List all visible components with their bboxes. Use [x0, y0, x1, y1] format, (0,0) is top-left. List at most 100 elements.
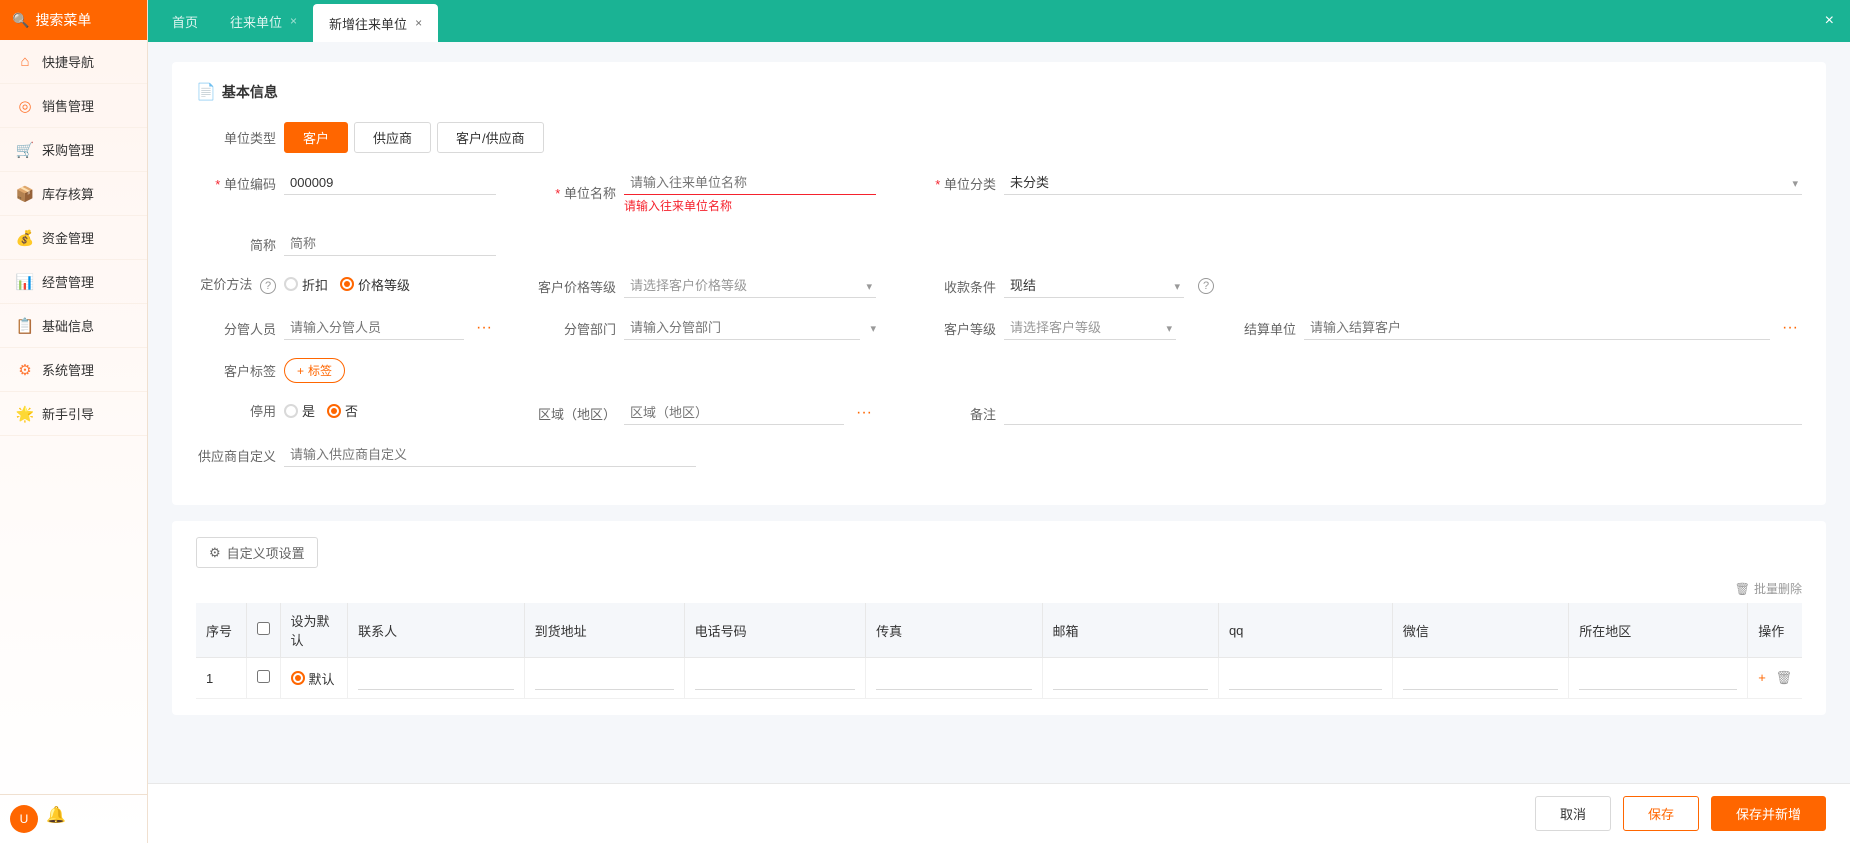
sidebar-item-purchase[interactable]: 🛒 采购管理	[0, 128, 147, 172]
customer-level-select[interactable]: 请选择客户等级	[1004, 316, 1176, 340]
operations-icon: 📊	[16, 273, 34, 291]
save-new-button[interactable]: 保存并新增	[1711, 796, 1826, 831]
custom-settings-btn[interactable]: ⚙ 自定义项设置	[196, 537, 318, 568]
radio-yes[interactable]: 是	[284, 401, 315, 420]
radio-price-level[interactable]: 价格等级	[340, 275, 410, 294]
tab-new-contact-label: 新增往来单位	[329, 14, 407, 33]
add-tag-btn[interactable]: + 标签	[284, 358, 345, 383]
department-group: 分管部门 ▾	[536, 316, 876, 340]
unit-type-label: 单位类型	[196, 128, 276, 147]
cell-default: 默认	[280, 658, 348, 699]
delete-row-btn[interactable]: 🗑	[1775, 670, 1792, 685]
purchase-icon: 🛒	[16, 141, 34, 159]
sidebar-item-guide[interactable]: 🌟 新手引导	[0, 392, 147, 436]
row-default-radio[interactable]: 默认	[291, 669, 338, 688]
unit-category-select[interactable]: 未分类	[1004, 171, 1802, 195]
department-input[interactable]	[624, 316, 860, 340]
user-avatar: U	[10, 805, 38, 833]
dept-select-wrap	[624, 316, 860, 340]
add-row-btn[interactable]: +	[1758, 670, 1766, 685]
payment-terms-help-icon[interactable]: ?	[1198, 278, 1214, 294]
supplier-custom-input[interactable]	[284, 443, 696, 467]
manager-ellipsis-btn[interactable]: ···	[472, 319, 496, 337]
short-name-label: 简称	[196, 235, 276, 254]
cancel-button[interactable]: 取消	[1535, 796, 1611, 831]
tab-home[interactable]: 首页	[156, 0, 214, 42]
unit-category-select-wrap: 未分类 ▾	[1004, 171, 1802, 195]
tab-new-contact[interactable]: 新增往来单位 ×	[313, 4, 438, 42]
region-label: 区域（地区）	[536, 404, 616, 423]
dept-chevron: ▾	[870, 322, 876, 335]
basic-info-icon: 📋	[16, 317, 34, 335]
radio-no[interactable]: 否	[327, 401, 358, 420]
save-button[interactable]: 保存	[1623, 796, 1699, 831]
search-menu-btn[interactable]: 🔍 搜索菜单	[0, 0, 147, 40]
tab-new-contact-close[interactable]: ×	[415, 16, 422, 30]
sidebar-item-finance[interactable]: 💰 资金管理	[0, 216, 147, 260]
inventory-icon: 📦	[16, 185, 34, 203]
settlement-ellipsis-btn[interactable]: ···	[1778, 319, 1802, 337]
wechat-input[interactable]	[1403, 666, 1558, 690]
manager-group: 分管人员 ···	[196, 316, 496, 340]
basic-info-card: 📄 基本信息 单位类型 客户 供应商 客户/供应商 *	[172, 62, 1826, 505]
pricing-help-icon[interactable]: ?	[260, 278, 276, 294]
sidebar-item-operations[interactable]: 📊 经营管理	[0, 260, 147, 304]
fax-input[interactable]	[876, 666, 1031, 690]
address-input[interactable]	[535, 666, 674, 690]
sidebar: 🔍 搜索菜单 ⌂ 快捷导航 ◎ 销售管理 🛒 采购管理 📦 库存核算 💰 资金管…	[0, 0, 148, 843]
close-all-tabs-btn[interactable]: ×	[1817, 8, 1842, 34]
tab-bar: 首页 往来单位 × 新增往来单位 × ×	[148, 0, 1850, 42]
manager-input[interactable]	[284, 316, 464, 340]
remark-input[interactable]	[1004, 401, 1802, 425]
cell-checkbox	[246, 658, 280, 699]
unit-type-group: 单位类型 客户 供应商 客户/供应商	[196, 122, 1802, 153]
sidebar-item-system[interactable]: ⚙ 系统管理	[0, 348, 147, 392]
cell-phone	[684, 658, 866, 699]
unit-name-input[interactable]	[624, 171, 876, 195]
search-icon: 🔍	[12, 12, 29, 29]
tab-contacts-close[interactable]: ×	[290, 14, 297, 28]
phone-input[interactable]	[695, 666, 856, 690]
add-tag-icon: +	[297, 364, 304, 378]
col-contact: 联系人	[348, 603, 524, 658]
qq-input[interactable]	[1229, 666, 1382, 690]
department-label: 分管部门	[536, 319, 616, 338]
sidebar-label-finance: 资金管理	[42, 228, 94, 247]
col-fax: 传真	[866, 603, 1042, 658]
customer-price-select[interactable]: 请选择客户价格等级	[624, 274, 876, 298]
customer-level-label: 客户等级	[916, 319, 996, 338]
col-checkbox	[246, 603, 280, 658]
unit-btn-both[interactable]: 客户/供应商	[437, 122, 544, 153]
short-name-input[interactable]	[284, 232, 496, 256]
unit-btn-customer[interactable]: 客户	[284, 122, 348, 153]
region-ellipsis-btn[interactable]: ···	[852, 404, 876, 422]
pricing-label: 定价方法 ?	[196, 274, 276, 294]
footer-bar: 取消 保存 保存并新增	[148, 783, 1850, 843]
pricing-radio-group: 折扣 价格等级	[284, 275, 410, 294]
sidebar-item-sales[interactable]: ◎ 销售管理	[0, 84, 147, 128]
unit-btn-supplier[interactable]: 供应商	[354, 122, 431, 153]
batch-delete-btn[interactable]: 🗑 批量删除	[196, 580, 1802, 603]
row-checkbox[interactable]	[257, 670, 270, 683]
notification-icon[interactable]: 🔔	[46, 805, 66, 833]
sidebar-item-inventory[interactable]: 📦 库存核算	[0, 172, 147, 216]
region-input[interactable]	[624, 401, 844, 425]
tab-contacts[interactable]: 往来单位 ×	[214, 0, 313, 42]
email-input[interactable]	[1053, 666, 1208, 690]
disable-group: 停用 是 否	[196, 401, 496, 420]
select-all-checkbox[interactable]	[257, 622, 270, 635]
payment-terms-select[interactable]: 现结	[1004, 274, 1184, 298]
unit-code-input[interactable]	[284, 171, 496, 195]
batch-delete-label: 批量删除	[1754, 580, 1802, 597]
short-name-group: 简称	[196, 232, 496, 256]
payment-terms-label: 收款条件	[916, 277, 996, 296]
radio-discount[interactable]: 折扣	[284, 275, 328, 294]
settlement-input[interactable]	[1304, 316, 1770, 340]
region-table-input[interactable]	[1579, 666, 1737, 690]
sidebar-label-quick-nav: 快捷导航	[42, 52, 94, 71]
sidebar-item-basic-info[interactable]: 📋 基础信息	[0, 304, 147, 348]
contact-input[interactable]	[358, 666, 513, 690]
sidebar-item-quick-nav[interactable]: ⌂ 快捷导航	[0, 40, 147, 84]
col-email: 邮箱	[1042, 603, 1218, 658]
table-row: 1 默认	[196, 658, 1802, 699]
